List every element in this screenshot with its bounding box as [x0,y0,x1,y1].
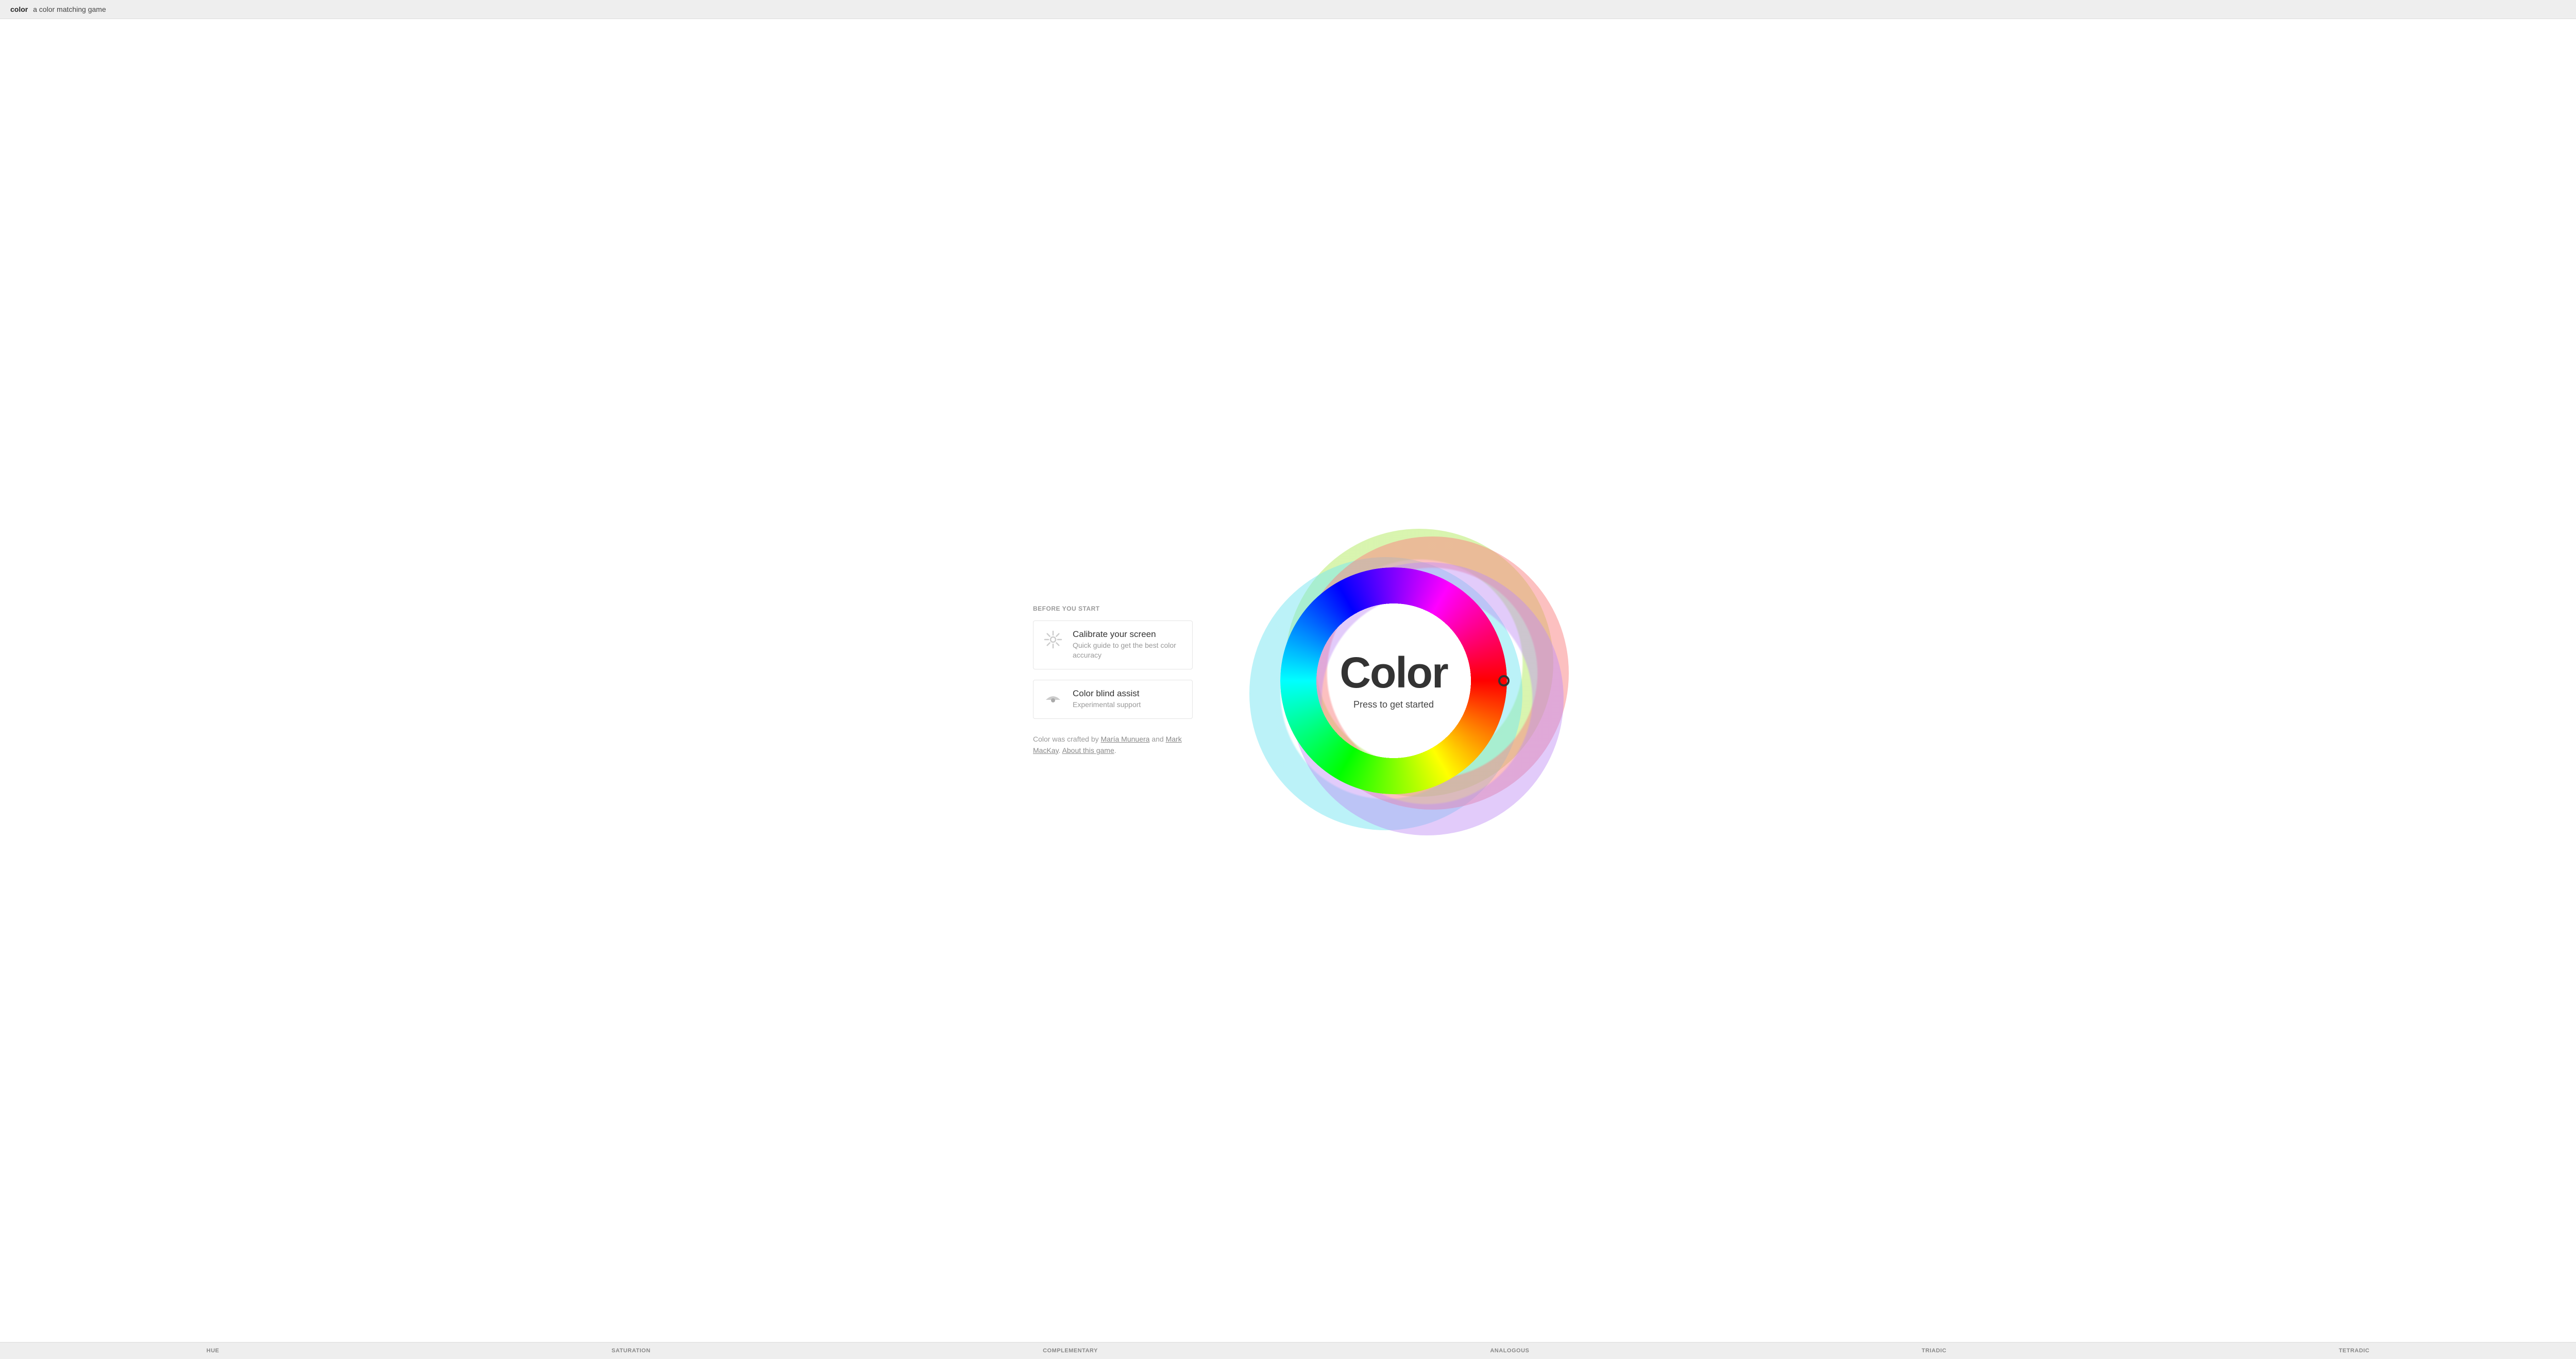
mode-saturation: SATURATION [612,1348,650,1354]
hue-selector-handle[interactable] [1498,675,1510,686]
wheel-title: Color [1340,651,1447,694]
credits-text: Color was crafted by María Munuera and M… [1033,733,1193,757]
calibrate-title: Calibrate your screen [1073,629,1183,640]
mode-triadic: TRIADIC [1922,1348,1946,1354]
mode-hue: HUE [207,1348,219,1354]
sidebar-heading: BEFORE YOU START [1033,605,1193,612]
calibrate-card[interactable]: Calibrate your screen Quick guide to get… [1033,620,1193,669]
app-subtitle: a color matching game [33,5,106,13]
wheel-center[interactable]: Color Press to get started [1340,651,1447,710]
colorblind-desc: Experimental support [1073,700,1183,710]
sidebar: BEFORE YOU START [1033,605,1193,757]
footer-bar: HUE SATURATION COMPLEMENTARY ANALOGOUS T… [0,1342,2576,1359]
about-link[interactable]: About this game [1062,746,1114,754]
mode-tetradic: TETRADIC [2339,1348,2370,1354]
wheel-subtitle: Press to get started [1340,699,1447,710]
author1-link[interactable]: María Munuera [1101,735,1150,743]
colorblind-title: Color blind assist [1073,689,1183,699]
mode-analogous: ANALOGOUS [1490,1348,1529,1354]
calibrate-desc: Quick guide to get the best color accura… [1073,641,1183,661]
color-wheel[interactable]: Color Press to get started [1244,531,1543,830]
eye-icon [1043,689,1063,709]
app-title: color [10,5,28,13]
mode-complementary: COMPLEMENTARY [1043,1348,1098,1354]
colorblind-card[interactable]: Color blind assist Experimental support [1033,680,1193,719]
header-bar: color a color matching game [0,0,2576,19]
sun-icon [1043,629,1063,650]
main-content: BEFORE YOU START [0,19,2576,1342]
